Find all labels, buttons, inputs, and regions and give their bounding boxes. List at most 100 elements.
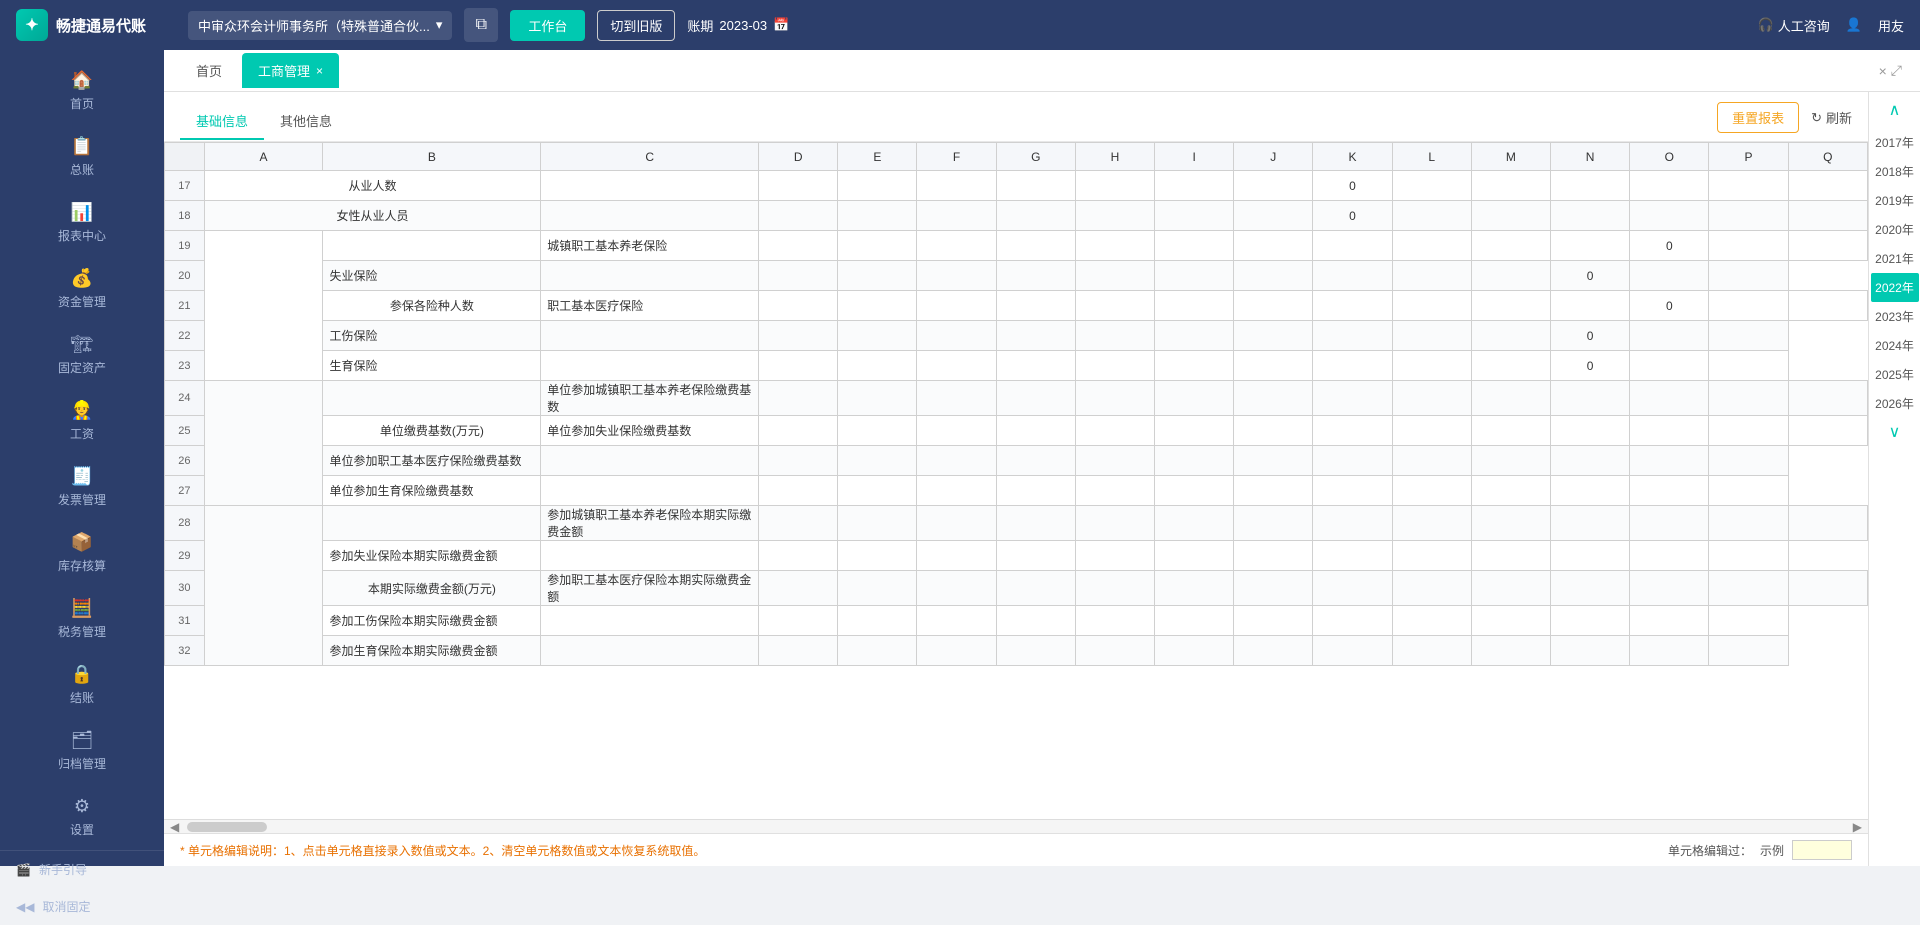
- table-cell-b[interactable]: [323, 506, 541, 541]
- scroll-left-icon[interactable]: ◀: [166, 820, 183, 834]
- table-cell-c[interactable]: 参加工伤保险本期实际缴费金额: [323, 606, 541, 636]
- table-cell[interactable]: [759, 446, 838, 476]
- table-cell[interactable]: [1788, 416, 1867, 446]
- sidebar-item-settings[interactable]: ⚙ 设置: [0, 784, 164, 850]
- table-cell-ab[interactable]: 女性从业人员: [204, 201, 541, 231]
- table-cell[interactable]: [1392, 351, 1471, 381]
- table-cell[interactable]: [1313, 261, 1392, 291]
- table-cell[interactable]: [1630, 541, 1709, 571]
- table-cell[interactable]: [1313, 606, 1392, 636]
- table-cell-k[interactable]: [1313, 231, 1392, 261]
- table-cell[interactable]: [1075, 571, 1154, 606]
- table-cell[interactable]: [759, 351, 838, 381]
- table-cell[interactable]: [838, 506, 917, 541]
- table-cell[interactable]: [1075, 541, 1154, 571]
- table-cell[interactable]: [1788, 201, 1867, 231]
- table-cell[interactable]: [759, 171, 838, 201]
- table-cell[interactable]: [1709, 636, 1788, 666]
- table-cell[interactable]: [1471, 541, 1550, 571]
- table-cell-a[interactable]: [204, 231, 323, 381]
- table-cell-o[interactable]: 0: [1551, 321, 1630, 351]
- table-cell[interactable]: [838, 571, 917, 606]
- table-cell[interactable]: [1313, 446, 1392, 476]
- table-cell[interactable]: [1392, 446, 1471, 476]
- table-cell[interactable]: [1709, 541, 1788, 571]
- table-cell[interactable]: [759, 606, 838, 636]
- table-cell[interactable]: [1709, 571, 1788, 606]
- table-cell[interactable]: [541, 261, 759, 291]
- table-cell-k[interactable]: 0: [1313, 201, 1392, 231]
- year-nav-up-button[interactable]: ∧: [1881, 100, 1909, 120]
- table-cell[interactable]: [1471, 351, 1550, 381]
- table-cell[interactable]: [759, 381, 838, 416]
- table-cell[interactable]: [1471, 321, 1550, 351]
- table-cell[interactable]: [1630, 636, 1709, 666]
- table-cell[interactable]: [759, 261, 838, 291]
- table-cell[interactable]: [838, 636, 917, 666]
- table-cell[interactable]: [759, 571, 838, 606]
- sidebar-item-funds[interactable]: 💰 资金管理: [0, 256, 164, 322]
- company-selector[interactable]: 中审众环会计师事务所（特殊普通合伙... ▾: [188, 11, 452, 40]
- table-cell[interactable]: [838, 261, 917, 291]
- table-cell[interactable]: [1551, 231, 1630, 261]
- table-cell[interactable]: [838, 416, 917, 446]
- table-cell[interactable]: [917, 476, 996, 506]
- table-cell-o[interactable]: [1551, 606, 1630, 636]
- table-cell-c[interactable]: 工伤保险: [323, 321, 541, 351]
- table-cell-b[interactable]: [323, 381, 541, 416]
- table-cell[interactable]: [1234, 506, 1313, 541]
- table-cell[interactable]: [1155, 506, 1234, 541]
- sidebar-item-unpin[interactable]: ◀◀ 取消固定: [0, 888, 164, 925]
- table-cell[interactable]: [759, 201, 838, 231]
- table-cell-o[interactable]: [1630, 171, 1709, 201]
- table-cell[interactable]: [996, 506, 1075, 541]
- sidebar-item-inventory[interactable]: 📦 库存核算: [0, 520, 164, 586]
- table-cell[interactable]: [1471, 291, 1550, 321]
- table-cell-a[interactable]: [204, 506, 323, 666]
- table-cell[interactable]: [917, 261, 996, 291]
- table-cell[interactable]: [1155, 446, 1234, 476]
- table-cell[interactable]: [1313, 476, 1392, 506]
- table-cell-c[interactable]: 参加职工基本医疗保险本期实际缴费金额: [541, 571, 759, 606]
- table-cell-a[interactable]: [204, 381, 323, 506]
- table-cell[interactable]: [1075, 506, 1154, 541]
- table-cell[interactable]: [1471, 171, 1550, 201]
- table-cell[interactable]: [1471, 201, 1550, 231]
- table-cell[interactable]: [1709, 171, 1788, 201]
- table-cell[interactable]: [1313, 321, 1392, 351]
- table-cell-c[interactable]: 城镇职工基本养老保险: [541, 231, 759, 261]
- table-cell[interactable]: [996, 541, 1075, 571]
- table-cell[interactable]: [917, 416, 996, 446]
- table-cell[interactable]: [996, 291, 1075, 321]
- table-cell[interactable]: [838, 291, 917, 321]
- table-cell[interactable]: [1630, 446, 1709, 476]
- table-cell-c[interactable]: 生育保险: [323, 351, 541, 381]
- table-cell[interactable]: [1155, 201, 1234, 231]
- sidebar-item-assets[interactable]: 🏗 固定资产: [0, 322, 164, 388]
- sub-tab-other[interactable]: 其他信息: [264, 103, 348, 140]
- table-cell[interactable]: [1471, 606, 1550, 636]
- table-cell[interactable]: [1471, 381, 1550, 416]
- table-cell[interactable]: [1155, 636, 1234, 666]
- table-cell[interactable]: [1471, 261, 1550, 291]
- table-cell[interactable]: [996, 231, 1075, 261]
- switch-version-button[interactable]: 切到旧版: [597, 10, 675, 41]
- table-cell[interactable]: [996, 571, 1075, 606]
- table-cell-k[interactable]: [1234, 446, 1313, 476]
- scroll-right-icon[interactable]: ▶: [1849, 820, 1866, 834]
- table-cell[interactable]: [1471, 506, 1550, 541]
- table-cell[interactable]: [1709, 351, 1788, 381]
- table-cell[interactable]: [917, 446, 996, 476]
- table-cell[interactable]: [1709, 506, 1788, 541]
- table-cell-k[interactable]: [1313, 291, 1392, 321]
- table-cell[interactable]: [996, 351, 1075, 381]
- year-item[interactable]: 2019年: [1871, 186, 1919, 215]
- table-cell[interactable]: [1392, 261, 1471, 291]
- table-cell[interactable]: [1392, 571, 1471, 606]
- table-cell[interactable]: [838, 381, 917, 416]
- sidebar-item-archive[interactable]: 🗂 归档管理: [0, 718, 164, 784]
- year-item[interactable]: 2021年: [1871, 244, 1919, 273]
- table-cell[interactable]: [1155, 351, 1234, 381]
- table-cell[interactable]: [1471, 416, 1550, 446]
- expand-window-button[interactable]: ⤢: [1889, 60, 1904, 81]
